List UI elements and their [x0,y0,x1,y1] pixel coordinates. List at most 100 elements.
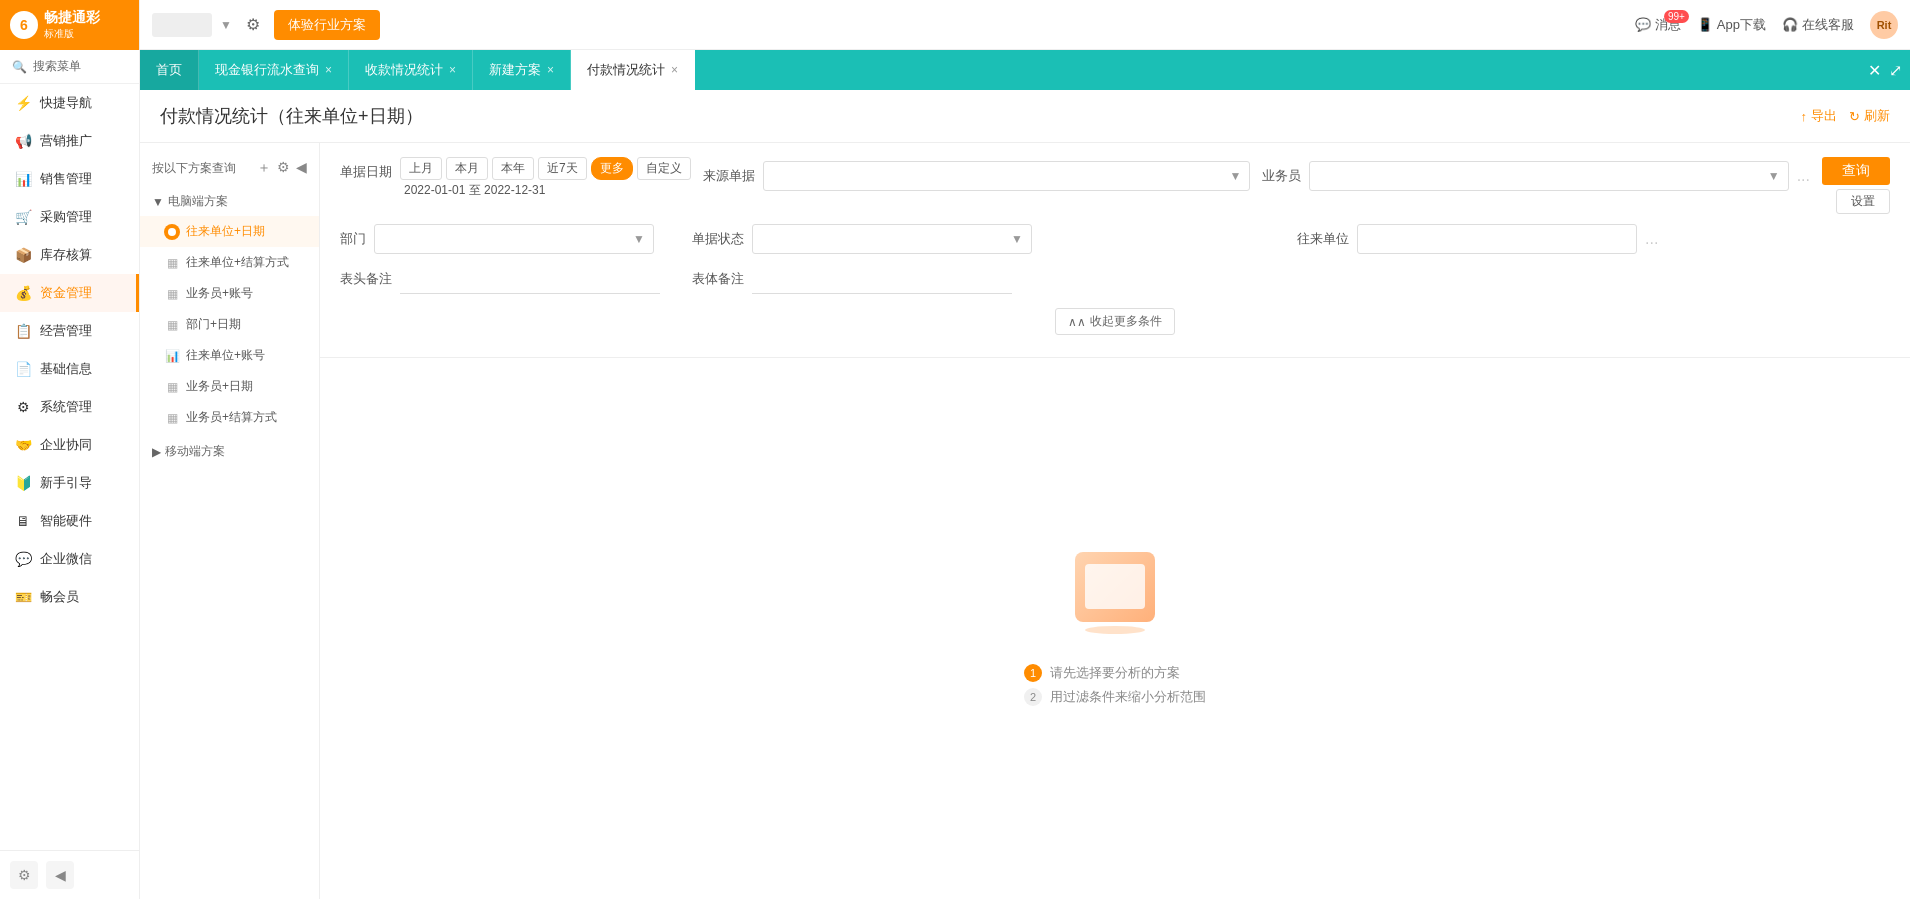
left-panel-title: 按以下方案查询 [152,160,236,177]
scheme-unit-settle[interactable]: ▦ 往来单位+结算方式 [140,247,319,278]
date-btn-last-7days[interactable]: 近7天 [538,157,587,180]
scheme-unit-date[interactable]: 往来单位+日期 [140,216,319,247]
scheme-salesman-account[interactable]: ▦ 业务员+账号 [140,278,319,309]
doc-status-select[interactable]: ▼ [752,224,1032,254]
page-actions: ↑ 导出 ↻ 刷新 [1801,107,1891,125]
online-service-btn[interactable]: 🎧 在线客服 [1782,16,1854,34]
dept-select[interactable]: ▼ [374,224,654,254]
sidebar-item-purchase[interactable]: 🛒 采购管理 [0,198,139,236]
date-btn-last-month[interactable]: 上月 [400,157,442,180]
sidebar-item-guide[interactable]: 🔰 新手引导 [0,464,139,502]
refresh-btn[interactable]: ↻ 刷新 [1849,107,1890,125]
export-label: 导出 [1811,107,1837,125]
main-area: ▼ ⚙ 体验行业方案 💬 消息 99+ 📱 App下载 🎧 在线客服 Rit [140,0,1910,899]
scheme-unit-account[interactable]: 📊 往来单位+账号 [140,340,319,371]
sidebar-item-operation[interactable]: 📋 经营管理 [0,312,139,350]
tab-receipt-stat-close[interactable]: × [449,63,456,77]
scheme-chart-icon: 📊 [164,348,180,364]
filter-area: 单据日期 上月 本月 本年 近7天 更多 自定义 2022-01-01 至 20… [320,143,1910,358]
source-doc-select[interactable]: ▼ [763,161,1251,191]
collapse-bar: ∧∧ 收起更多条件 [340,300,1890,343]
sidebar-item-system[interactable]: ⚙ 系统管理 [0,388,139,426]
dept-label: 部门 [340,230,366,248]
sidebar-item-member[interactable]: 🎫 畅会员 [0,578,139,616]
settings-gear-btn[interactable]: ⚙ [242,11,264,38]
app-download-btn[interactable]: 📱 App下载 [1697,16,1766,34]
date-btn-more[interactable]: 更多 [591,157,633,180]
mobile-scheme-group-header[interactable]: ▶ 移动端方案 [140,437,319,466]
account-dropdown-arrow[interactable]: ▼ [220,18,232,32]
scheme-dept-date[interactable]: ▦ 部门+日期 [140,309,319,340]
mobile-icon: 📱 [1697,17,1713,32]
table-header-note-input[interactable] [400,264,660,294]
settings-button[interactable]: 设置 [1836,189,1890,214]
empty-screen [1085,564,1145,609]
collapse-sidebar-btn[interactable]: ◀ [46,861,74,889]
tab-home[interactable]: 首页 [140,50,199,90]
sidebar-item-enterprise[interactable]: 🤝 企业协同 [0,426,139,464]
manage-scheme-btn[interactable]: ⚙ [277,159,290,177]
settings-bottom-btn[interactable]: ⚙ [10,861,38,889]
sidebar-item-inventory[interactable]: 📦 库存核算 [0,236,139,274]
export-btn[interactable]: ↑ 导出 [1801,107,1838,125]
date-btn-this-year[interactable]: 本年 [492,157,534,180]
desktop-scheme-group-header[interactable]: ▼ 电脑端方案 [140,187,319,216]
sidebar-item-hardware-label: 智能硬件 [40,512,92,530]
member-icon: 🎫 [14,588,32,606]
sidebar-item-wechat[interactable]: 💬 企业微信 [0,540,139,578]
tab-cashflow[interactable]: 现金银行流水查询 × [199,50,349,90]
scheme-salesman-settle[interactable]: ▦ 业务员+结算方式 [140,402,319,433]
app-logo: 6 畅捷通彩 标准版 [0,0,139,50]
sidebar-item-hardware[interactable]: 🖥 智能硬件 [0,502,139,540]
desktop-scheme-group: ▼ 电脑端方案 往来单位+日期 ▦ 往来单位+结算方式 ▦ 业务员+账号 [140,187,319,433]
empty-tip-2: 2 用过滤条件来缩小分析范围 [1024,688,1206,706]
tab-cashflow-close[interactable]: × [325,63,332,77]
tab-new-scheme[interactable]: 新建方案 × [473,50,571,90]
scheme-table-icon-2: ▦ [164,286,180,302]
partner-select[interactable] [1357,224,1637,254]
date-btn-this-month[interactable]: 本月 [446,157,488,180]
tab-payment-stat-close[interactable]: × [671,63,678,77]
tab-cashflow-label: 现金银行流水查询 [215,61,319,79]
scheme-salesman-account-label: 业务员+账号 [186,285,253,302]
close-all-btn[interactable]: ✕ [1868,61,1881,80]
sidebar-item-basic-info[interactable]: 📄 基础信息 [0,350,139,388]
service-icon: 🎧 [1782,17,1798,32]
scheme-salesman-date[interactable]: ▦ 业务员+日期 [140,371,319,402]
salesman-ellipsis[interactable]: ... [1797,167,1810,185]
query-button[interactable]: 查询 [1822,157,1890,185]
sidebar-item-quick-nav[interactable]: ⚡ 快捷导航 [0,84,139,122]
date-btn-custom[interactable]: 自定义 [637,157,691,180]
salesman-select[interactable]: ▼ [1309,161,1788,191]
table-body-note-input[interactable] [752,264,1012,294]
sidebar-item-capital[interactable]: 💰 资金管理 [0,274,139,312]
source-doc-arrow: ▼ [1229,169,1241,183]
topbar: ▼ ⚙ 体验行业方案 💬 消息 99+ 📱 App下载 🎧 在线客服 Rit [140,0,1910,50]
add-scheme-btn[interactable]: ＋ [257,159,271,177]
marketing-icon: 📢 [14,132,32,150]
tab-receipt-stat[interactable]: 收款情况统计 × [349,50,473,90]
collapse-more-btn[interactable]: ∧∧ 收起更多条件 [1055,308,1175,335]
empty-shadow [1085,626,1145,634]
sidebar-item-marketing[interactable]: 📢 营销推广 [0,122,139,160]
tab-payment-stat[interactable]: 付款情况统计 × [571,50,695,90]
collapse-label: 收起更多条件 [1090,313,1162,330]
scheme-salesman-date-label: 业务员+日期 [186,378,253,395]
search-menu-item[interactable]: 🔍 搜索菜单 [0,50,139,84]
collapse-panel-btn[interactable]: ◀ [296,159,307,177]
scheme-dept-date-label: 部门+日期 [186,316,241,333]
message-btn[interactable]: 💬 消息 99+ [1635,16,1681,34]
left-panel-icons: ＋ ⚙ ◀ [257,159,307,177]
sidebar-item-sales[interactable]: 📊 销售管理 [0,160,139,198]
trial-btn[interactable]: 体验行业方案 [274,10,380,40]
maximize-btn[interactable]: ⤢ [1889,61,1902,80]
tab-new-scheme-close[interactable]: × [547,63,554,77]
partner-ellipsis[interactable]: ... [1645,230,1658,248]
search-icon: 🔍 [12,60,27,74]
account-selector[interactable]: ▼ [152,13,232,37]
search-menu-label: 搜索菜单 [33,58,81,75]
user-avatar[interactable]: Rit [1870,11,1898,39]
doc-status-arrow: ▼ [1011,232,1023,246]
sidebar-item-basic-info-label: 基础信息 [40,360,92,378]
enterprise-icon: 🤝 [14,436,32,454]
